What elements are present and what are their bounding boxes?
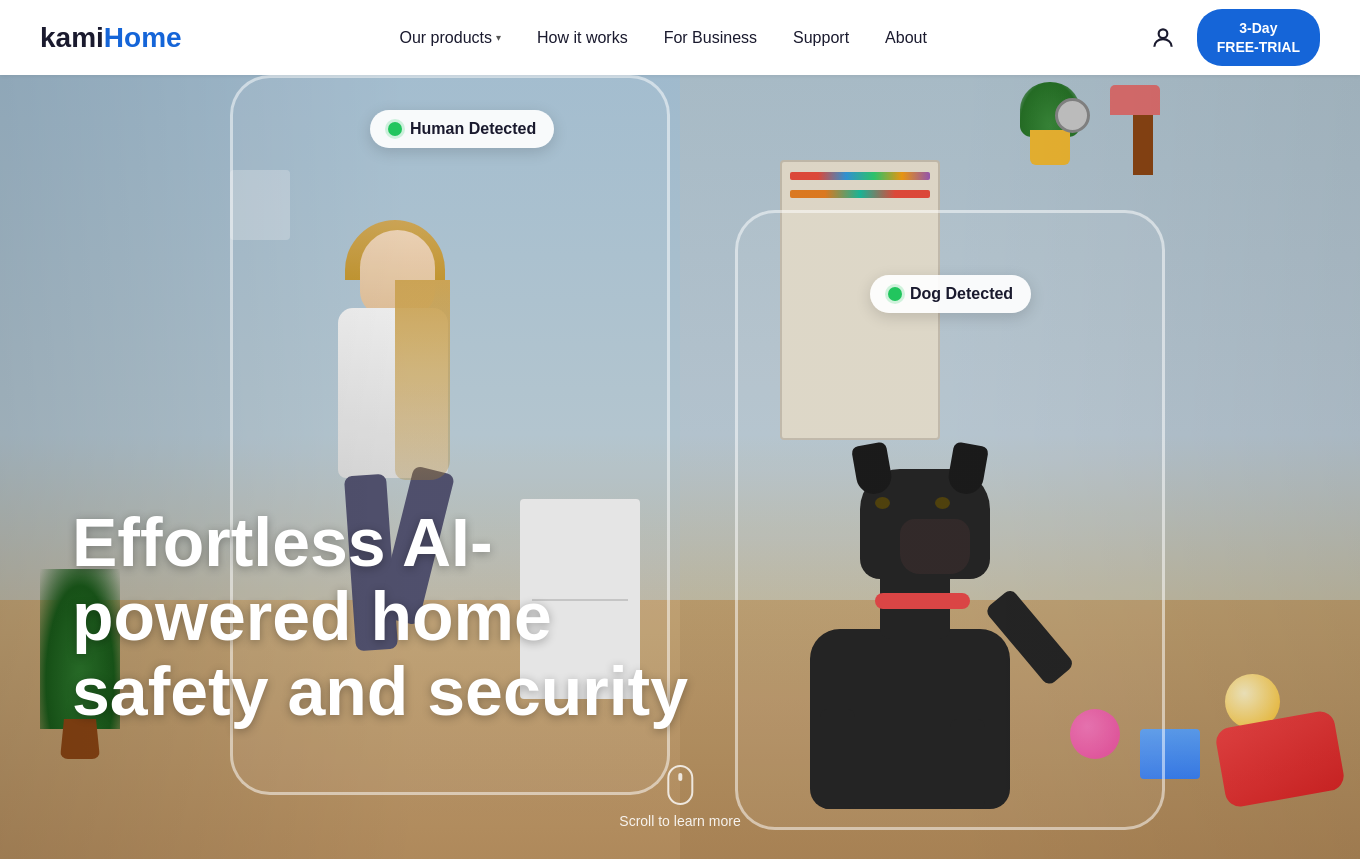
person-icon <box>1150 25 1176 51</box>
nav-label-how-it-works: How it works <box>537 29 628 47</box>
logo-kami-text: kami <box>40 22 104 54</box>
human-detection-label: Human Detected <box>410 120 536 138</box>
nav-right: 3-Day FREE-TRIAL <box>1145 9 1320 65</box>
nav-item-about[interactable]: About <box>885 29 927 47</box>
nav-label-about: About <box>885 29 927 47</box>
hero-section: Human Detected Dog Detected Effortless A… <box>0 0 1360 859</box>
nav-link-for-business[interactable]: For Business <box>664 29 757 47</box>
hero-headline-line1: Effortless AI- <box>72 504 493 580</box>
human-detection-badge: Human Detected <box>370 110 554 148</box>
dog-detection-label: Dog Detected <box>910 285 1013 303</box>
hero-headline-line3: safety and security <box>72 653 688 729</box>
free-trial-line1: 3-Day <box>1239 20 1277 36</box>
nav-links-list: Our products ▾ How it works For Business… <box>400 29 927 47</box>
logo-home-text: Home <box>104 22 182 54</box>
nav-link-our-products[interactable]: Our products ▾ <box>400 29 501 47</box>
hero-text-block: Effortless AI- powered home safety and s… <box>72 505 688 729</box>
hero-headline-line2: powered home <box>72 578 552 654</box>
free-trial-line2: FREE-TRIAL <box>1217 39 1300 55</box>
user-account-icon[interactable] <box>1145 20 1181 56</box>
nav-item-our-products[interactable]: Our products ▾ <box>400 29 501 47</box>
detection-dot-human <box>388 122 402 136</box>
nav-item-support[interactable]: Support <box>793 29 849 47</box>
scroll-indicator: Scroll to learn more <box>619 765 740 829</box>
scroll-mouse-icon <box>667 765 693 805</box>
free-trial-button[interactable]: 3-Day FREE-TRIAL <box>1197 9 1320 65</box>
chevron-down-icon: ▾ <box>496 32 501 43</box>
plant-pot-top-right <box>1030 130 1070 165</box>
svg-point-0 <box>1158 29 1167 38</box>
navbar: kami Home Our products ▾ How it works Fo… <box>0 0 1360 75</box>
nav-label-for-business: For Business <box>664 29 757 47</box>
nav-label-our-products: Our products <box>400 29 492 47</box>
nav-link-how-it-works[interactable]: How it works <box>537 29 628 47</box>
clock-decoration <box>1055 98 1090 133</box>
lamp-base <box>1133 115 1153 175</box>
lamp-shade <box>1110 85 1160 115</box>
hero-headline: Effortless AI- powered home safety and s… <box>72 505 688 729</box>
nav-link-support[interactable]: Support <box>793 29 849 47</box>
logo[interactable]: kami Home <box>40 22 182 54</box>
dog-detection-badge: Dog Detected <box>870 275 1031 313</box>
nav-link-about[interactable]: About <box>885 29 927 47</box>
nav-item-for-business[interactable]: For Business <box>664 29 757 47</box>
nav-item-how-it-works[interactable]: How it works <box>537 29 628 47</box>
lamp-decoration <box>1125 85 1160 175</box>
scroll-wheel <box>678 773 682 781</box>
detection-dot-dog <box>888 287 902 301</box>
nav-label-support: Support <box>793 29 849 47</box>
scroll-text: Scroll to learn more <box>619 813 740 829</box>
